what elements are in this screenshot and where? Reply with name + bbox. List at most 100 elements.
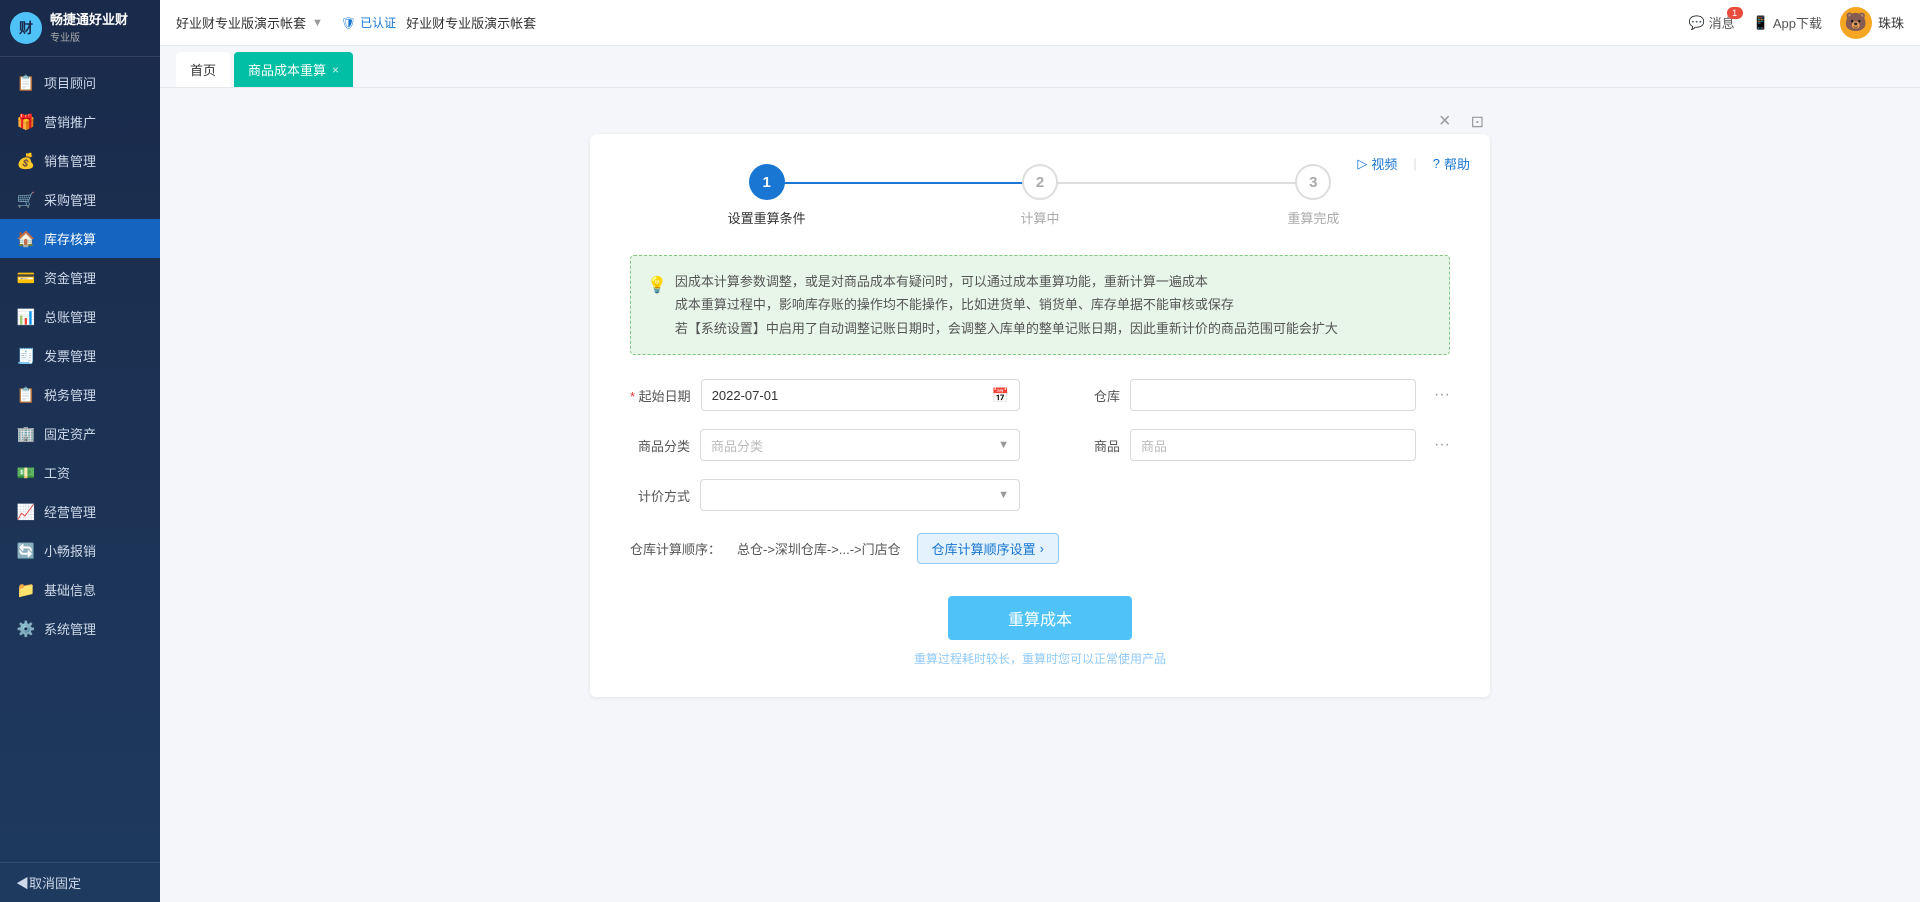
- user-profile[interactable]: 🐻 珠珠: [1840, 7, 1904, 39]
- form-row-2: 商品分类 商品分类 ▼ 商品 商品 ···: [630, 429, 1450, 461]
- sidebar-label-accounting: 总账管理: [44, 307, 96, 326]
- phone-icon: 📱: [1753, 15, 1769, 31]
- sidebar-pin-toggle[interactable]: ◀取消固定: [0, 862, 160, 902]
- start-date-field: 起始日期 2022-07-01 📅: [630, 379, 1020, 411]
- logo-name: 畅捷通好业财: [50, 12, 128, 29]
- warehouse-label: 仓库: [1060, 386, 1120, 405]
- step-2-num: 2: [1036, 174, 1044, 191]
- expand-panel-icon[interactable]: ⊡: [1465, 110, 1490, 134]
- form-row-1: 起始日期 2022-07-01 📅 仓库 ···: [630, 379, 1450, 411]
- topbar: 好业财专业版演示帐套 ▼ 🛡 已认证 好业财专业版演示帐套 💬 消息 1 📱 A…: [160, 0, 1920, 46]
- price-method-select[interactable]: ▼: [700, 479, 1020, 511]
- verified-badge: 🛡 已认证: [341, 14, 396, 31]
- price-method-field: 计价方式 ▼: [630, 479, 1020, 511]
- recalc-button[interactable]: 重算成本: [948, 596, 1132, 640]
- step-1-label: 设置重算条件: [728, 208, 806, 227]
- form-section: 起始日期 2022-07-01 📅 仓库 ···: [630, 379, 1450, 564]
- sidebar-item-operation[interactable]: 📈 经营管理: [0, 492, 160, 531]
- app-download-label: App下载: [1773, 13, 1822, 32]
- warehouse-order-value: 总仓->深圳仓库->...->门店仓: [737, 539, 901, 558]
- project-icon: 📋: [16, 74, 36, 92]
- panel-controls: × ⊡: [1433, 108, 1490, 135]
- warehouse-order-settings-button[interactable]: 仓库计算顺序设置 ›: [917, 533, 1059, 564]
- sidebar-item-sales[interactable]: 💰 销售管理: [0, 141, 160, 180]
- sidebar-label-system: 系统管理: [44, 619, 96, 638]
- recalc-section: 重算成本 重算过程耗时较长，重算时您可以正常使用产品: [630, 596, 1450, 667]
- topbar-right: 💬 消息 1 📱 App下载 🐻 珠珠: [1688, 7, 1904, 39]
- price-method-arrow-icon: ▼: [998, 489, 1009, 501]
- sidebar-item-system[interactable]: ⚙️ 系统管理: [0, 609, 160, 648]
- start-date-value: 2022-07-01: [712, 388, 779, 403]
- accounting-icon: 📊: [16, 308, 36, 326]
- sidebar-item-project[interactable]: 📋 项目顾问: [0, 63, 160, 102]
- sidebar-label-salary: 工资: [44, 463, 70, 482]
- pin-toggle-label: ◀取消固定: [16, 873, 81, 892]
- step-3: 3 重算完成: [1177, 164, 1450, 227]
- warehouse-field: 仓库 ···: [1060, 379, 1450, 411]
- sidebar-item-accounting[interactable]: 📊 总账管理: [0, 297, 160, 336]
- warehouse-more-icon[interactable]: ···: [1434, 386, 1450, 404]
- form-row-3: 计价方式 ▼: [630, 479, 1450, 511]
- sidebar-item-marketing[interactable]: 🎁 营销推广: [0, 102, 160, 141]
- sidebar-label-expense: 小畅报销: [44, 541, 96, 560]
- account-name: 好业财专业版演示帐套: [176, 13, 306, 32]
- app-download-button[interactable]: 📱 App下载: [1753, 13, 1822, 32]
- main-area: 好业财专业版演示帐套 ▼ 🛡 已认证 好业财专业版演示帐套 💬 消息 1 📱 A…: [160, 0, 1920, 902]
- sidebar-item-inventory[interactable]: 🏠 库存核算: [0, 219, 160, 258]
- tab-recalc[interactable]: 商品成本重算 ×: [234, 52, 353, 87]
- sidebar-label-project: 项目顾问: [44, 73, 96, 92]
- assets-icon: 🏢: [16, 425, 36, 443]
- tab-home[interactable]: 首页: [176, 52, 230, 87]
- chevron-right-icon: ›: [1040, 541, 1044, 556]
- tab-recalc-close-icon[interactable]: ×: [332, 63, 339, 77]
- sidebar-logo: 财 畅捷通好业财 专业版: [0, 0, 160, 57]
- category-arrow-icon: ▼: [998, 439, 1009, 451]
- sidebar: 财 畅捷通好业财 专业版 📋 项目顾问 🎁 营销推广 💰 销售管理 🛒 采购管理…: [0, 0, 160, 902]
- goods-input[interactable]: 商品: [1130, 429, 1416, 461]
- step-1-circle: 1: [749, 164, 785, 200]
- sidebar-item-assets[interactable]: 🏢 固定资产: [0, 414, 160, 453]
- goods-field: 商品 商品 ···: [1060, 429, 1450, 461]
- category-field: 商品分类 商品分类 ▼: [630, 429, 1020, 461]
- message-badge: 1: [1727, 7, 1743, 19]
- sidebar-item-purchase[interactable]: 🛒 采购管理: [0, 180, 160, 219]
- verified-company-name: 好业财专业版演示帐套: [406, 13, 536, 32]
- marketing-icon: 🎁: [16, 113, 36, 131]
- step-1-num: 1: [762, 174, 770, 191]
- goods-label: 商品: [1060, 436, 1120, 455]
- sidebar-label-sales: 销售管理: [44, 151, 96, 170]
- info-line-2: 成本重算过程中，影响库存账的操作均不能操作，比如进货单、销货单、库存单据不能审核…: [675, 293, 1338, 316]
- content-area: × ⊡ ▷ 视频 | ? 帮助 1: [160, 88, 1920, 902]
- account-selector[interactable]: 好业财专业版演示帐套 ▼: [176, 13, 323, 32]
- operation-icon: 📈: [16, 503, 36, 521]
- warehouse-input[interactable]: [1130, 379, 1416, 411]
- sidebar-item-invoice[interactable]: 🧾 发票管理: [0, 336, 160, 375]
- recalc-btn-label: 重算成本: [1008, 612, 1072, 629]
- calendar-icon[interactable]: 📅: [992, 387, 1009, 404]
- bulb-icon: 💡: [647, 272, 667, 340]
- purchase-icon: 🛒: [16, 191, 36, 209]
- avatar: 🐻: [1840, 7, 1872, 39]
- sidebar-item-expense[interactable]: 🔄 小畅报销: [0, 531, 160, 570]
- sidebar-item-tax[interactable]: 📋 税务管理: [0, 375, 160, 414]
- sidebar-item-salary[interactable]: 💵 工资: [0, 453, 160, 492]
- finance-icon: 💳: [16, 269, 36, 287]
- sales-icon: 💰: [16, 152, 36, 170]
- start-date-input[interactable]: 2022-07-01 📅: [701, 379, 1020, 411]
- inventory-icon: 🏠: [16, 230, 36, 248]
- close-panel-icon[interactable]: ×: [1433, 108, 1457, 135]
- sidebar-label-basic: 基础信息: [44, 580, 96, 599]
- sidebar-label-invoice: 发票管理: [44, 346, 96, 365]
- sidebar-item-finance[interactable]: 💳 资金管理: [0, 258, 160, 297]
- price-method-label: 计价方式: [630, 486, 690, 505]
- goods-more-icon[interactable]: ···: [1434, 436, 1450, 454]
- tab-recalc-label: 商品成本重算: [248, 60, 326, 79]
- logo-text-block: 畅捷通好业财 专业版: [50, 12, 128, 44]
- steps-indicator: 1 设置重算条件 2 计算中 3 重算完成: [630, 164, 1450, 227]
- sidebar-item-basic[interactable]: 📁 基础信息: [0, 570, 160, 609]
- message-button[interactable]: 💬 消息 1: [1688, 13, 1734, 32]
- category-select[interactable]: 商品分类 ▼: [700, 429, 1020, 461]
- logo-sub: 专业版: [50, 29, 128, 44]
- expense-icon: 🔄: [16, 542, 36, 560]
- message-icon: 💬: [1688, 15, 1704, 31]
